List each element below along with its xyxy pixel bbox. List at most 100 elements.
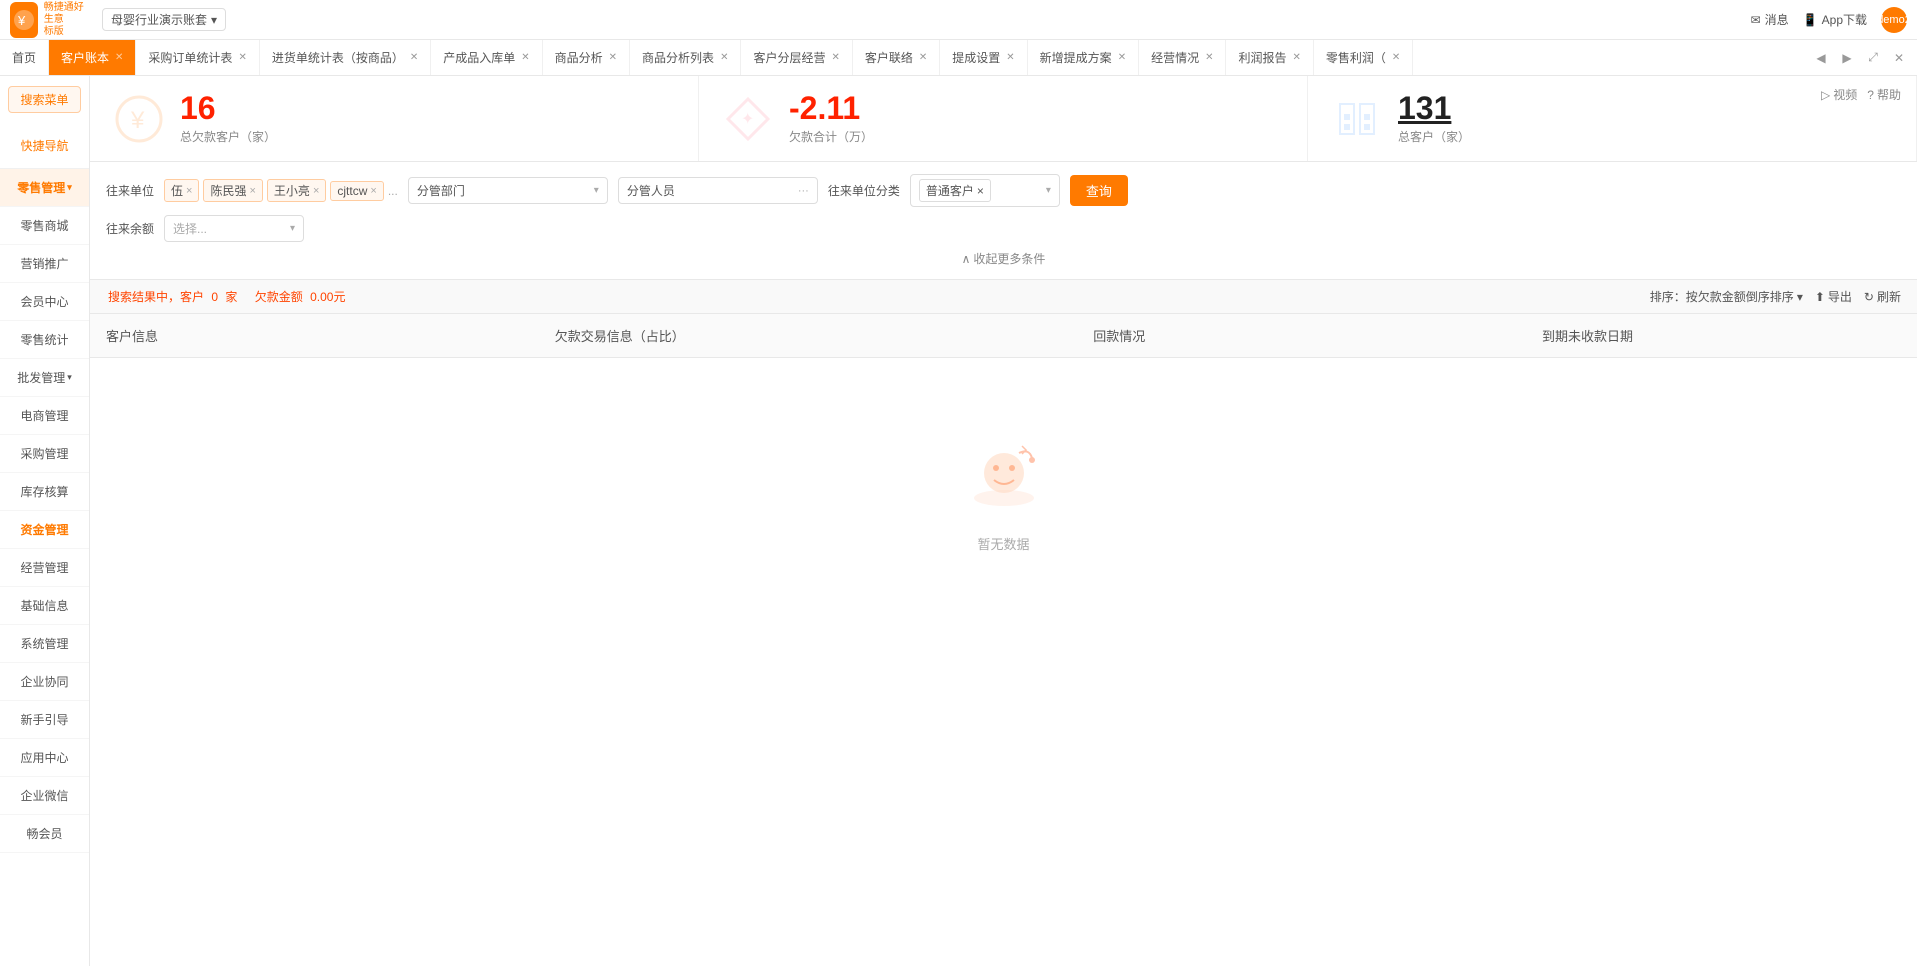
avatar[interactable]: demo2	[1881, 7, 1907, 33]
tab-product-analysis-list[interactable]: 商品分析列表 ✕	[630, 40, 741, 75]
tab-business-situation[interactable]: 经营情况 ✕	[1139, 40, 1226, 75]
tab-customer-layered[interactable]: 客户分层经营 ✕	[741, 40, 852, 75]
tab-new-promotion-plan[interactable]: 新增提成方案 ✕	[1028, 40, 1139, 75]
remove-tag-cjttcw[interactable]: ×	[370, 185, 376, 197]
help-btn[interactable]: ? 帮助	[1867, 86, 1901, 103]
tab-product-analysis[interactable]: 商品分析 ✕	[543, 40, 630, 75]
tab-profit-report[interactable]: 利润报告 ✕	[1226, 40, 1313, 75]
chevron-down-icon: ▾	[211, 13, 217, 27]
sidebar-item-basic-info[interactable]: 基础信息	[0, 587, 89, 625]
sort-select[interactable]: 排序：按欠款金额倒序排序 ▾	[1650, 288, 1803, 305]
close-tab-customer-account[interactable]: ✕	[115, 52, 123, 63]
header-actions: ▷ 视频 ? 帮助	[1821, 86, 1901, 103]
unit-tag-wu: 伍 ×	[164, 179, 199, 202]
collapse-row: ∧ 收起更多条件	[106, 250, 1901, 267]
stat-block-debt: ✦ -2.11 欠款合计（万）	[699, 76, 1308, 161]
sidebar-search-btn[interactable]: 搜索菜单	[8, 86, 81, 113]
close-tab-promotion-settings[interactable]: ✕	[1006, 52, 1014, 63]
main-layout: 搜索菜单 快捷导航 零售管理 ▾ 零售商城 营销推广 会员中心 零售统计 批发管…	[0, 76, 1917, 966]
sidebar-item-inventory-check[interactable]: 库存核算	[0, 473, 89, 511]
sidebar-item-purchase-mgmt[interactable]: 采购管理	[0, 435, 89, 473]
remove-tag-wu[interactable]: ×	[186, 185, 192, 197]
sidebar-item-app-center[interactable]: 应用中心	[0, 739, 89, 777]
nav-controls: ◀ ▶ ⤢ ✕	[1809, 46, 1917, 70]
app-download-btn[interactable]: 📱 App下载	[1803, 11, 1867, 28]
col-header-date: 到期未收款日期	[1542, 326, 1901, 345]
sidebar-item-retail-mall[interactable]: 零售商城	[0, 207, 89, 245]
video-btn[interactable]: ▷ 视频	[1821, 86, 1857, 103]
close-tab-product-analysis[interactable]: ✕	[609, 52, 617, 63]
export-btn[interactable]: ⬆ 导出	[1815, 288, 1852, 305]
workspace-selector[interactable]: 母婴行业演示账套 ▾	[102, 8, 226, 31]
collapse-btn[interactable]: ∧ 收起更多条件	[962, 250, 1046, 267]
close-tab-profit-report[interactable]: ✕	[1293, 52, 1301, 63]
sidebar-item-member[interactable]: 畅会员	[0, 815, 89, 853]
dept-select[interactable]: 分管部门 ▾	[408, 177, 608, 204]
sidebar-item-marketing[interactable]: 营销推广	[0, 245, 89, 283]
stat-number-total: 131	[1398, 92, 1470, 124]
remove-tag-wang[interactable]: ×	[313, 185, 319, 197]
sidebar-item-business-mgmt[interactable]: 经营管理	[0, 549, 89, 587]
close-tab-product-analysis-list[interactable]: ✕	[720, 52, 728, 63]
close-tab-product-stock[interactable]: ✕	[521, 52, 529, 63]
close-tab-new-promotion-plan[interactable]: ✕	[1118, 52, 1126, 63]
chevron-down-icon: ▾	[67, 372, 72, 383]
person-select[interactable]: 分管人员 ···	[618, 177, 818, 204]
tab-purchase-order-stats[interactable]: 采购订单统计表 ✕	[136, 40, 259, 75]
message-btn[interactable]: ✉ 消息	[1751, 11, 1789, 28]
tab-home[interactable]: 首页	[0, 40, 49, 75]
stat-number-debt: -2.11	[789, 92, 873, 124]
close-tab-purchase-stats[interactable]: ✕	[410, 52, 418, 63]
tab-customer-contact[interactable]: 客户联络 ✕	[853, 40, 940, 75]
sidebar-item-system-mgmt[interactable]: 系统管理	[0, 625, 89, 663]
category-filter-label: 往来单位分类	[828, 182, 900, 199]
refresh-btn[interactable]: ↻ 刷新	[1864, 288, 1901, 305]
sidebar-item-retail-mgmt[interactable]: 零售管理 ▾	[0, 169, 89, 207]
sidebar-item-member-center[interactable]: 会员中心	[0, 283, 89, 321]
sidebar-item-ecommerce-mgmt[interactable]: 电商管理	[0, 397, 89, 435]
category-select[interactable]: 普通客户 × ▾	[910, 174, 1060, 207]
balance-select[interactable]: 选择... ▾	[164, 215, 304, 242]
query-btn[interactable]: 查询	[1070, 175, 1128, 206]
sidebar-item-new-user-guide[interactable]: 新手引导	[0, 701, 89, 739]
results-info: 搜索结果中，客户 0 家 欠款金额 0.00元	[106, 288, 347, 305]
dept-select-arrow: ▾	[594, 185, 599, 196]
chevron-down-icon: ▾	[67, 182, 72, 193]
nav-tabs: 首页 客户账本 ✕ 采购订单统计表 ✕ 进货单统计表（按商品） ✕ 产成品入库单…	[0, 40, 1917, 76]
close-tab-purchase-order-stats[interactable]: ✕	[238, 52, 246, 63]
quick-nav: 快捷导航	[0, 123, 89, 169]
close-tab-retail-profit[interactable]: ✕	[1392, 52, 1400, 63]
stat-values-debt: -2.11 欠款合计（万）	[789, 92, 873, 145]
sidebar-item-enterprise-coop[interactable]: 企业协同	[0, 663, 89, 701]
unit-tag-chen: 陈民强 ×	[203, 179, 262, 202]
nav-expand-btn[interactable]: ⤢	[1861, 46, 1885, 70]
remove-tag-chen[interactable]: ×	[249, 185, 255, 197]
results-bar: 搜索结果中，客户 0 家 欠款金额 0.00元 排序：按欠款金额倒序排序 ▾ ⬆…	[90, 280, 1917, 314]
sidebar-item-capital-mgmt[interactable]: 资金管理	[0, 511, 89, 549]
sidebar-item-wholesale-mgmt[interactable]: 批发管理 ▾	[0, 359, 89, 397]
sidebar-item-enterprise-wechat[interactable]: 企业微信	[0, 777, 89, 815]
top-bar: ¥ 畅捷通好生意 标版 母婴行业演示账套 ▾ ✉ 消息 📱 App下载 demo…	[0, 0, 1917, 40]
remove-category-tag[interactable]: ×	[977, 184, 984, 198]
quick-nav-btn[interactable]: 快捷导航	[8, 131, 81, 160]
tab-promotion-settings[interactable]: 提成设置 ✕	[940, 40, 1027, 75]
filter-row-1: 往来单位 伍 × 陈民强 × 王小亮 ×	[106, 174, 1901, 207]
close-tab-customer-layered[interactable]: ✕	[831, 52, 839, 63]
more-tags-btn[interactable]: ...	[388, 184, 398, 198]
svg-text:✦: ✦	[741, 111, 754, 128]
message-icon: ✉	[1751, 13, 1761, 27]
sidebar-item-retail-stats[interactable]: 零售统计	[0, 321, 89, 359]
nav-next-btn[interactable]: ▶	[1835, 46, 1859, 70]
unit-tag-group: 伍 × 陈民强 × 王小亮 × cjttcw ×	[164, 179, 398, 202]
close-tab-customer-contact[interactable]: ✕	[919, 52, 927, 63]
tab-product-stock[interactable]: 产成品入库单 ✕	[431, 40, 542, 75]
tab-retail-profit[interactable]: 零售利润（ ✕	[1314, 40, 1413, 75]
tab-customer-account[interactable]: 客户账本 ✕	[49, 40, 136, 75]
nav-close-all-btn[interactable]: ✕	[1887, 46, 1911, 70]
sort-arrow-icon: ▾	[1797, 290, 1803, 304]
nav-prev-btn[interactable]: ◀	[1809, 46, 1833, 70]
tab-purchase-stats[interactable]: 进货单统计表（按商品） ✕	[260, 40, 431, 75]
stat-number-customers: 16	[180, 92, 276, 124]
stat-icon-debt: ✦	[723, 94, 773, 144]
close-tab-business-situation[interactable]: ✕	[1205, 52, 1213, 63]
